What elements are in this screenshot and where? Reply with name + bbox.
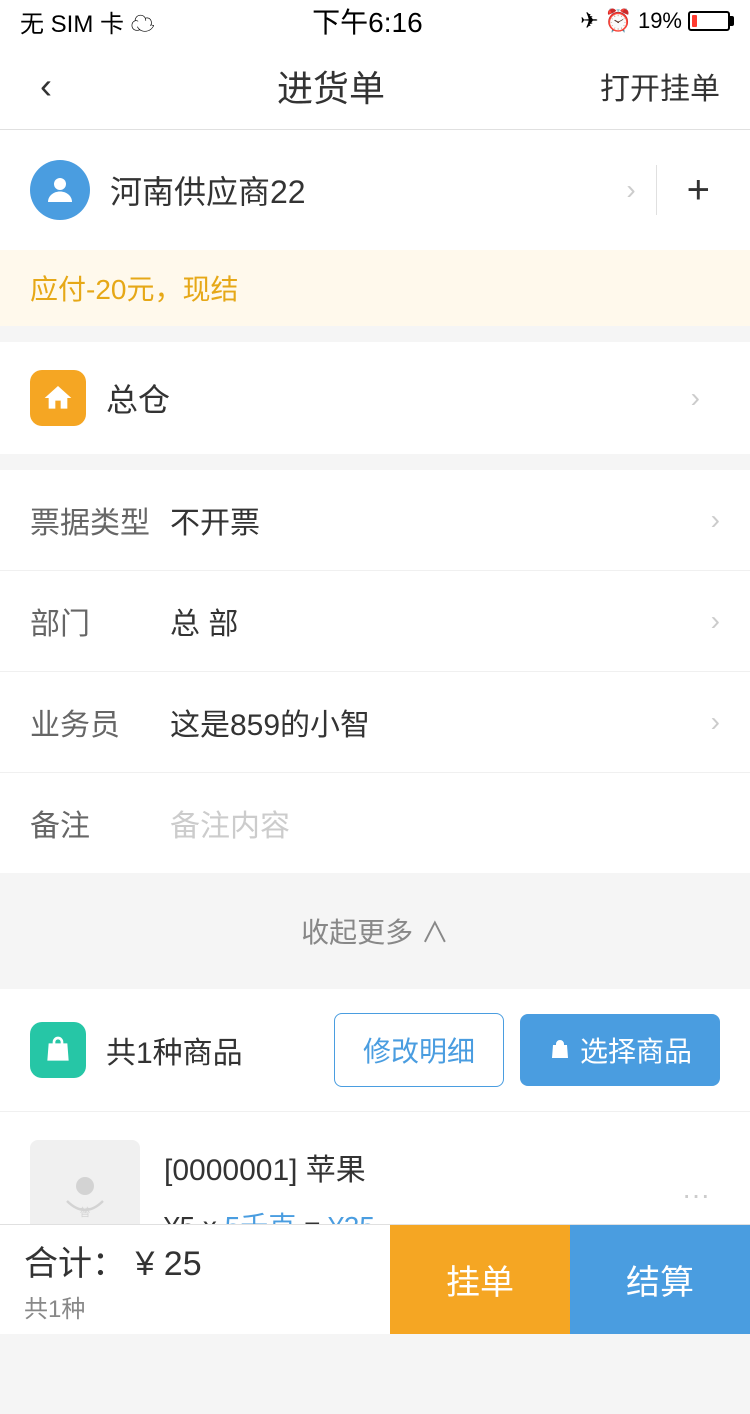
- total-label: 合计：: [24, 1245, 126, 1283]
- person-icon: [42, 172, 78, 208]
- product-name: [0000001] 苹果: [164, 1145, 672, 1189]
- alarm-icon: ⏰: [605, 8, 632, 34]
- home-icon: [42, 382, 74, 414]
- chevron-right-icon: ›: [691, 382, 700, 414]
- total-value: ¥ 25: [135, 1245, 201, 1283]
- supplier-section: 河南供应商22 › +: [0, 130, 750, 250]
- page-title: 进货单: [277, 60, 385, 112]
- chevron-right-icon: ›: [711, 504, 720, 536]
- chevron-right-icon: ›: [626, 174, 635, 206]
- add-product-icon: [548, 1038, 572, 1062]
- invoice-type-value: 不开票: [150, 498, 711, 542]
- shopping-bag-icon: [42, 1034, 74, 1066]
- bottom-bar: 合计： ¥ 25 共1种 挂单 结算: [0, 1224, 750, 1334]
- supplier-avatar: [30, 160, 90, 220]
- content-area: 河南供应商22 › + 应付-20元，现结 总仓 › 票据类型 不开票 › 部门…: [0, 130, 750, 1414]
- nav-bar: ‹ 进货单 打开挂单: [0, 42, 750, 130]
- open-pending-button[interactable]: 打开挂单: [600, 64, 720, 108]
- warehouse-icon: [30, 370, 86, 426]
- divider: [656, 165, 657, 215]
- total-amount: 合计： ¥ 25: [24, 1236, 366, 1285]
- department-row[interactable]: 部门 总 部 ›: [0, 571, 750, 672]
- warehouse-row[interactable]: 总仓 ›: [0, 342, 750, 454]
- notice-bar: 应付-20元，现结: [0, 250, 750, 326]
- invoice-type-row[interactable]: 票据类型 不开票 ›: [0, 470, 750, 571]
- select-product-button[interactable]: 选择商品: [520, 1014, 720, 1086]
- product-count-text: 共1种商品: [106, 1028, 334, 1072]
- hang-order-button[interactable]: 挂单: [390, 1225, 570, 1334]
- total-sub: 共1种: [24, 1289, 366, 1324]
- salesperson-label: 业务员: [30, 700, 150, 744]
- salesperson-row[interactable]: 业务员 这是859的小智 ›: [0, 672, 750, 773]
- chevron-right-icon: ›: [711, 706, 720, 738]
- status-left: 无 SIM 卡 ☁: [20, 4, 155, 39]
- product-header: 共1种商品 修改明细 选择商品: [0, 989, 750, 1111]
- supplier-row[interactable]: 河南供应商22 › +: [0, 130, 750, 250]
- svg-text:替: 替: [80, 1205, 91, 1219]
- back-button[interactable]: ‹: [30, 55, 62, 117]
- collapse-bar[interactable]: 收起更多 ∧: [0, 889, 750, 973]
- remark-label: 备注: [30, 801, 150, 845]
- warehouse-name: 总仓: [106, 375, 691, 421]
- form-section: 票据类型 不开票 › 部门 总 部 › 业务员 这是859的小智 › 备注 备注…: [0, 470, 750, 873]
- chevron-right-icon: ›: [711, 605, 720, 637]
- collapse-label: 收起更多 ∧: [301, 917, 449, 948]
- invoice-type-label: 票据类型: [30, 498, 150, 542]
- product-placeholder-icon: 替: [55, 1165, 115, 1225]
- department-label: 部门: [30, 599, 150, 643]
- product-more-button[interactable]: ···: [672, 1169, 720, 1221]
- product-count-icon: [30, 1022, 86, 1078]
- product-code: [0000001] 苹果: [164, 1154, 366, 1187]
- status-right: ✈ ⏰ 19%: [580, 8, 730, 34]
- location-icon: ✈: [580, 8, 598, 34]
- remark-input[interactable]: 备注内容: [150, 801, 720, 845]
- add-supplier-button[interactable]: +: [677, 168, 720, 213]
- sim-status: 无 SIM 卡 ☁: [20, 4, 155, 39]
- salesperson-value: 这是859的小智: [150, 700, 711, 744]
- battery-percent: 19%: [638, 8, 682, 34]
- select-product-label: 选择商品: [580, 1030, 692, 1070]
- department-value: 总 部: [150, 599, 711, 643]
- edit-detail-button[interactable]: 修改明细: [334, 1013, 504, 1087]
- notice-text: 应付-20元，现结: [30, 274, 238, 305]
- checkout-button[interactable]: 结算: [570, 1225, 750, 1334]
- supplier-name: 河南供应商22: [110, 167, 626, 213]
- status-bar: 无 SIM 卡 ☁ 下午6:16 ✈ ⏰ 19%: [0, 0, 750, 42]
- status-time: 下午6:16: [312, 1, 423, 41]
- battery-icon: [688, 11, 730, 31]
- total-section: 合计： ¥ 25 共1种: [0, 1225, 390, 1334]
- remark-row[interactable]: 备注 备注内容: [0, 773, 750, 873]
